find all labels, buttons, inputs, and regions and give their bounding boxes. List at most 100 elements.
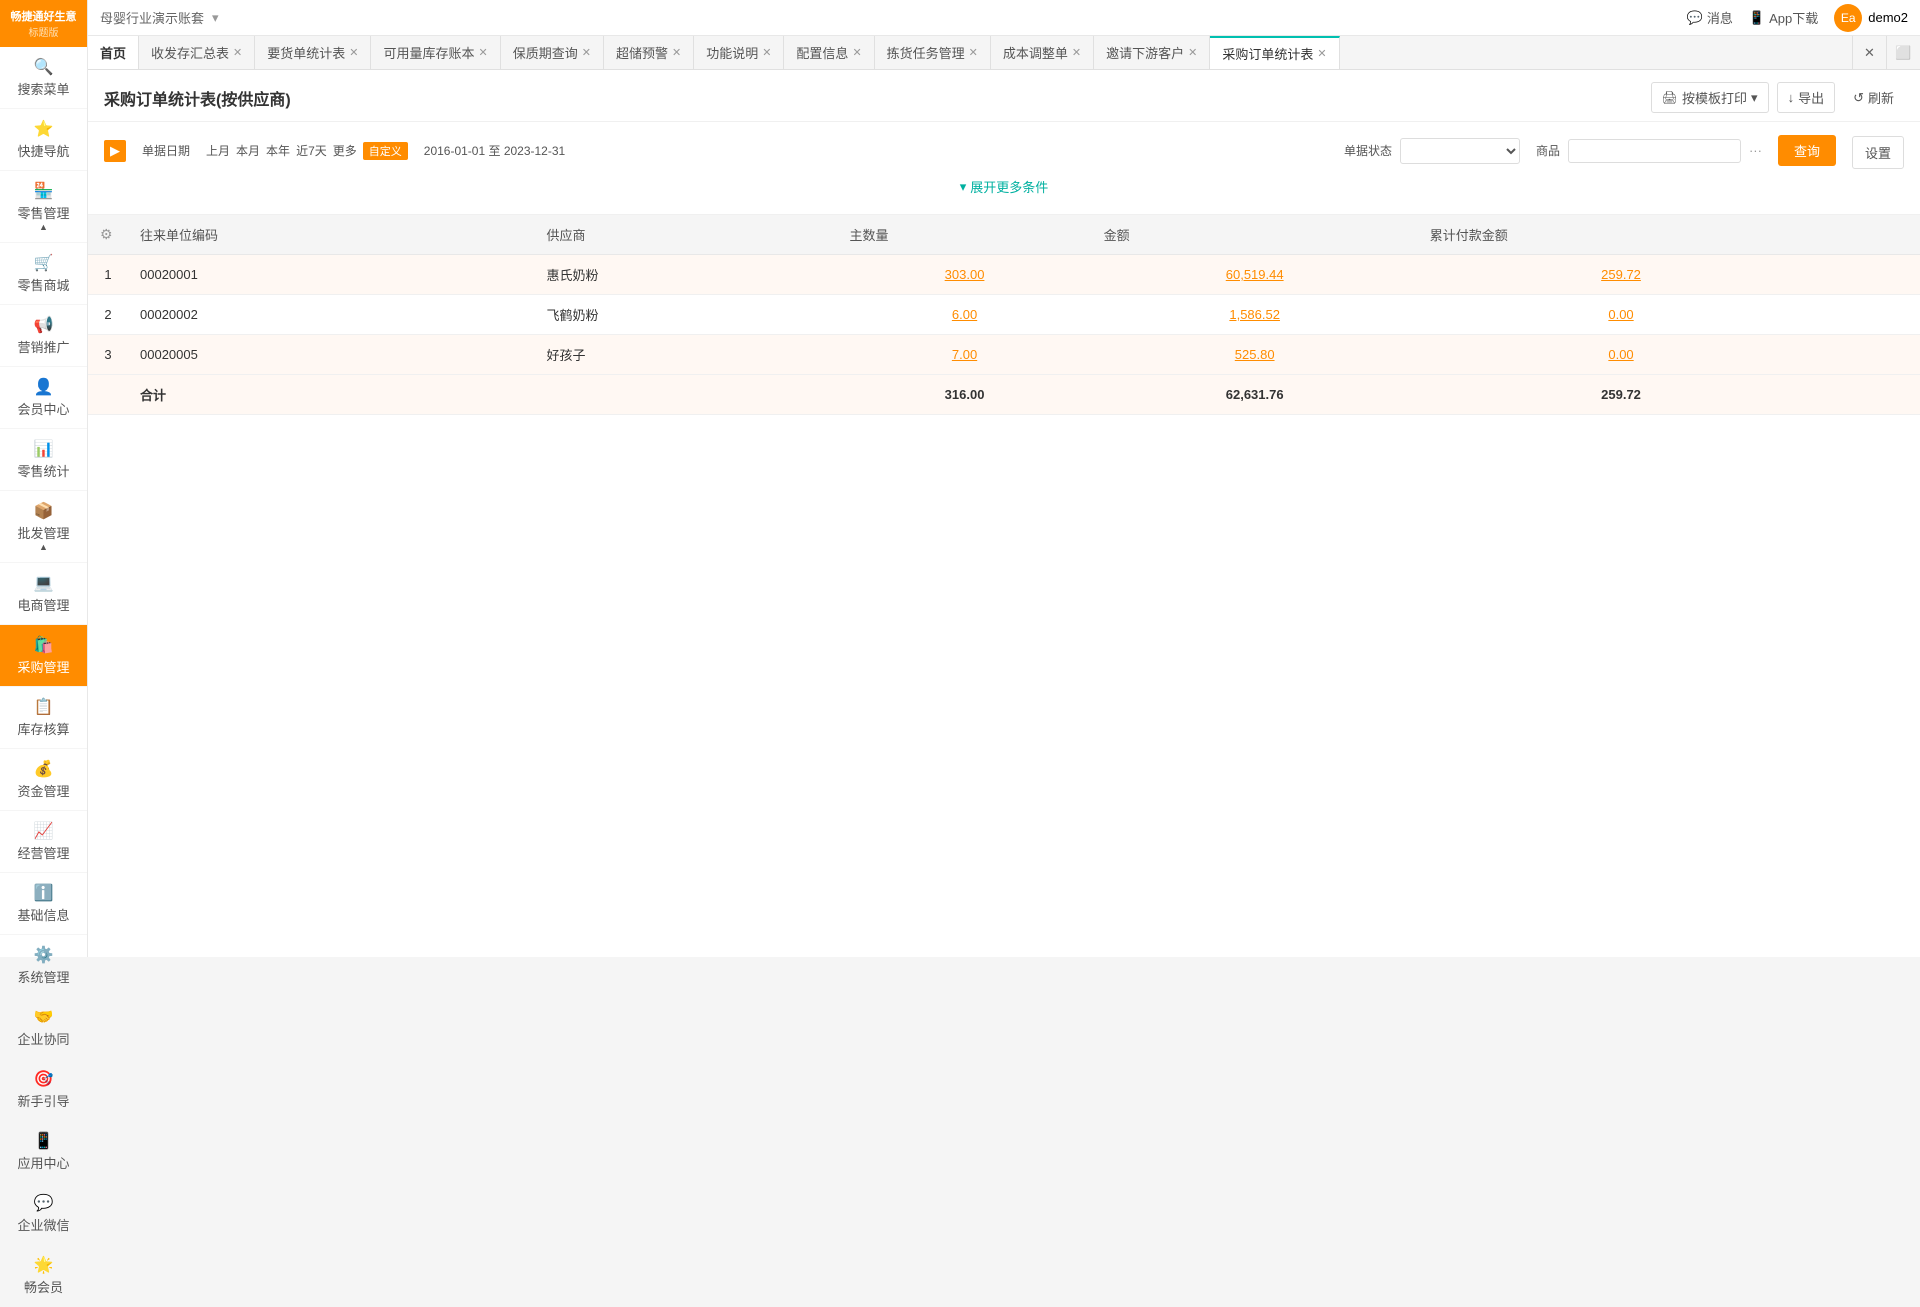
sidebar-item-13[interactable]: ℹ️基础信息 [0, 873, 87, 935]
tab-close-4[interactable]: ✕ [582, 46, 591, 59]
sidebar-item-16[interactable]: 🎯新手引导 [0, 1059, 87, 1121]
app-icon: 📱 [1749, 10, 1765, 26]
app-download-btn[interactable]: 📱 App下载 [1749, 8, 1818, 27]
tab-8[interactable]: 拣货任务管理✕ [875, 36, 991, 70]
tab-close-6[interactable]: ✕ [762, 46, 771, 59]
goods-more-icon[interactable]: ··· [1749, 143, 1762, 158]
sidebar-item-8[interactable]: 💻电商管理 [0, 563, 87, 625]
sidebar-item-17[interactable]: 📱应用中心 [0, 1121, 87, 1183]
sidebar-icon-16: 🎯 [34, 1069, 54, 1089]
settings-button[interactable]: 设置 [1852, 136, 1904, 169]
sidebar-icon-18: 💬 [34, 1193, 54, 1213]
tab-7[interactable]: 配置信息 ✕ [784, 36, 874, 70]
custom-badge[interactable]: 自定义 [363, 142, 408, 160]
sidebar-item-19[interactable]: 🌟畅会员 [0, 1245, 87, 1307]
workspace-title: 母婴行业演示账套 [100, 8, 204, 27]
tab-close-10[interactable]: ✕ [1188, 46, 1197, 59]
tab-close-1[interactable]: ✕ [233, 46, 242, 59]
goods-input[interactable] [1568, 139, 1741, 163]
print-button[interactable]: 🖨 按模板打印 ▾ [1651, 82, 1769, 113]
tab-close-btn[interactable]: ✕ [1852, 36, 1886, 70]
sidebar-item-10[interactable]: 📋库存核算 [0, 687, 87, 749]
goods-label: 商品 [1536, 142, 1560, 159]
sidebar-label-9: 采购管理 [17, 657, 69, 676]
tab-close-3[interactable]: ✕ [479, 46, 488, 59]
tab-0[interactable]: 首页 [88, 36, 139, 70]
sidebar-item-5[interactable]: 👤会员中心 [0, 367, 87, 429]
sidebar-icon-12: 📈 [34, 821, 54, 841]
tab-6[interactable]: 功能说明✕ [694, 36, 784, 70]
shortcut-7-days[interactable]: 近7天 [296, 142, 327, 160]
tab-4[interactable]: 保质期查询 ✕ [501, 36, 604, 70]
sidebar-item-7[interactable]: 📦批发管理▲ [0, 491, 87, 563]
tab-2[interactable]: 要货单统计表 ✕ [255, 36, 371, 70]
sidebar-item-4[interactable]: 📢营销推广 [0, 305, 87, 367]
sidebar-item-6[interactable]: 📊零售统计 [0, 429, 87, 491]
footer-qty: 316.00 [837, 375, 1091, 415]
page-header: 采购订单统计表(按供应商) 🖨 按模板打印 ▾ ↓ 导出 ↺ 刷新 [88, 70, 1920, 122]
td-amount-0[interactable]: 60,519.44 [1092, 255, 1418, 295]
td-paid-1[interactable]: 0.00 [1418, 295, 1825, 335]
sidebar-icon-1: ⭐ [34, 119, 54, 139]
sidebar-item-0[interactable]: 🔍搜索菜单 [0, 47, 87, 109]
tab-9[interactable]: 成本调整单✕ [991, 36, 1094, 70]
th-supplier: 供应商 [535, 215, 838, 255]
sidebar-item-2[interactable]: 🏪零售管理▲ [0, 171, 87, 243]
tab-3[interactable]: 可用量库存账本✕ [371, 36, 500, 70]
sidebar-item-18[interactable]: 💬企业微信 [0, 1183, 87, 1245]
tab-11[interactable]: 采购订单统计表✕ [1210, 36, 1339, 70]
tab-label-2: 要货单统计表 [267, 43, 345, 62]
shortcut-more[interactable]: 更多 [333, 142, 357, 160]
tab-5[interactable]: 超储预警✕ [604, 36, 694, 70]
tab-close-8[interactable]: ✕ [969, 46, 978, 59]
td-paid-0[interactable]: 259.72 [1418, 255, 1825, 295]
sidebar-logo[interactable]: 畅捷通好生意 标题版 [0, 0, 87, 47]
message-btn[interactable]: 💬 消息 [1687, 8, 1733, 27]
tab-label-4: 保质期查询 [513, 43, 578, 62]
tab-label-7: 配置信息 [796, 43, 848, 62]
export-button[interactable]: ↓ 导出 [1777, 82, 1836, 113]
td-paid-2[interactable]: 0.00 [1418, 335, 1825, 375]
td-qty-0[interactable]: 303.00 [837, 255, 1091, 295]
filter-toggle-btn[interactable]: ▶ [104, 140, 126, 162]
shortcut-this-year[interactable]: 本年 [266, 142, 290, 160]
tab-close-2[interactable]: ✕ [349, 46, 358, 59]
page-actions: 🖨 按模板打印 ▾ ↓ 导出 ↺ 刷新 [1651, 82, 1905, 113]
tab-close-9[interactable]: ✕ [1072, 46, 1081, 59]
status-select[interactable] [1400, 138, 1520, 164]
shortcut-this-month[interactable]: 本月 [236, 142, 260, 160]
table-row[interactable]: 1 00020001 惠氏奶粉 303.00 60,519.44 259.72 [88, 255, 1920, 295]
tab-close-5[interactable]: ✕ [672, 46, 681, 59]
sidebar-item-15[interactable]: 🤝企业协同 [0, 997, 87, 1059]
td-qty-2[interactable]: 7.00 [837, 335, 1091, 375]
sidebar-item-1[interactable]: ⭐快捷导航 [0, 109, 87, 171]
tab-label-0: 首页 [100, 43, 126, 62]
td-code-2: 00020005 [128, 335, 535, 375]
tab-maximize-btn[interactable]: ⬜ [1886, 36, 1920, 70]
expand-more-btn[interactable]: ▾ 展开更多条件 [952, 173, 1057, 200]
refresh-button[interactable]: ↺ 刷新 [1843, 83, 1904, 112]
footer-no [88, 375, 128, 415]
status-filter-group: 单据状态 [1344, 138, 1520, 164]
sidebar-item-12[interactable]: 📈经营管理 [0, 811, 87, 873]
tab-10[interactable]: 邀请下游客户✕ [1094, 36, 1210, 70]
shortcut-last-month[interactable]: 上月 [206, 142, 230, 160]
td-amount-1[interactable]: 1,586.52 [1092, 295, 1418, 335]
topbar: 母婴行业演示账套 ▾ 💬 消息 📱 App下载 Ea demo2 [88, 0, 1920, 36]
user-menu[interactable]: Ea demo2 [1834, 4, 1908, 32]
footer-supplier [535, 375, 838, 415]
tab-close-7[interactable]: ✕ [852, 46, 861, 59]
th-gear[interactable]: ⚙ [88, 215, 128, 255]
td-qty-1[interactable]: 6.00 [837, 295, 1091, 335]
workspace-dropdown-icon[interactable]: ▾ [212, 10, 219, 26]
td-amount-2[interactable]: 525.80 [1092, 335, 1418, 375]
sidebar-item-14[interactable]: ⚙️系统管理 [0, 935, 87, 997]
sidebar-item-3[interactable]: 🛒零售商城 [0, 243, 87, 305]
sidebar-item-11[interactable]: 💰资金管理 [0, 749, 87, 811]
table-row[interactable]: 3 00020005 好孩子 7.00 525.80 0.00 [88, 335, 1920, 375]
tab-1[interactable]: 收发存汇总表✕ [139, 36, 255, 70]
tab-close-11[interactable]: ✕ [1317, 47, 1326, 60]
table-row[interactable]: 2 00020002 飞鹤奶粉 6.00 1,586.52 0.00 [88, 295, 1920, 335]
query-button[interactable]: 查询 [1778, 135, 1836, 166]
sidebar-item-9[interactable]: 🛍️采购管理 [0, 625, 87, 687]
